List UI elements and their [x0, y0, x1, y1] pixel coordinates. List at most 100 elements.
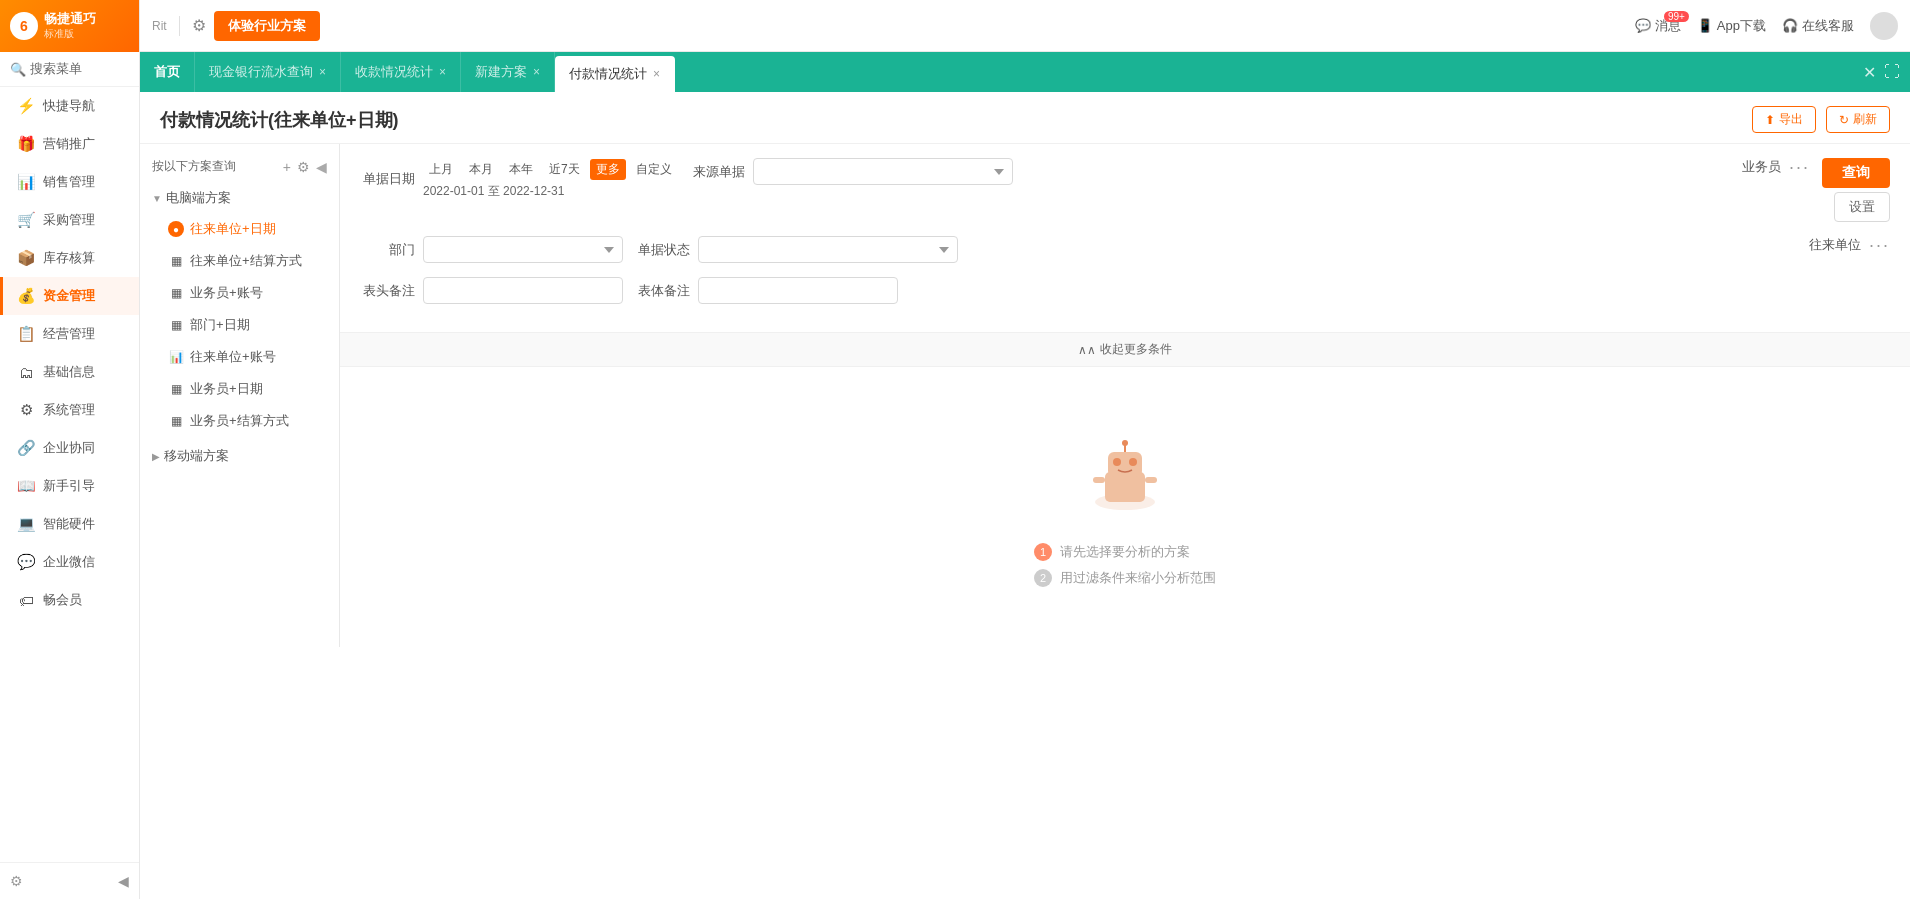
app-icon: 📱: [1697, 18, 1713, 33]
tab-fullscreen-button[interactable]: ⛶: [1884, 63, 1900, 81]
sidebar-item-sales[interactable]: 📊 销售管理: [0, 163, 139, 201]
tab-bank[interactable]: 现金银行流水查询 ×: [195, 52, 341, 92]
tip-text-2: 用过滤条件来缩小分析范围: [1060, 569, 1216, 587]
main-area: Rit ⚙ 体验行业方案 💬 消息 99+ 📱 App下载 🎧 在线客服 首页: [140, 0, 1910, 899]
tab-receipt-close[interactable]: ×: [439, 66, 446, 78]
scheme-item-1[interactable]: ▦ 往来单位+结算方式: [140, 245, 339, 277]
sidebar-item-operation[interactable]: 📋 经营管理: [0, 315, 139, 353]
scheme-item-label: 部门+日期: [190, 316, 250, 334]
scheme-item-5[interactable]: ▦ 业务员+日期: [140, 373, 339, 405]
scheme-item-4[interactable]: 📊 往来单位+账号: [140, 341, 339, 373]
guide-icon: 📖: [17, 477, 35, 495]
sidebar-item-label: 资金管理: [43, 287, 95, 305]
filter-item-head-note: 表头备注: [360, 277, 623, 304]
sidebar-item-member[interactable]: 🏷 畅会员: [0, 581, 139, 619]
scheme-item-2[interactable]: ▦ 业务员+账号: [140, 277, 339, 309]
scheme-section-header-mobile[interactable]: ▶ 移动端方案: [140, 441, 339, 471]
sidebar-item-quick-nav[interactable]: ⚡ 快捷导航: [0, 87, 139, 125]
scheme-section-header-pc[interactable]: ▼ 电脑端方案: [140, 183, 339, 213]
filter-item-source: 来源单据: [690, 158, 1714, 185]
section-expand-icon: ▼: [152, 193, 162, 204]
tab-new-plan[interactable]: 新建方案 ×: [461, 52, 555, 92]
sidebar-item-capital[interactable]: 💰 资金管理: [0, 277, 139, 315]
scheme-collapse-button[interactable]: ◀: [316, 159, 327, 175]
sidebar-nav: ⚡ 快捷导航 🎁 营销推广 📊 销售管理 🛒 采购管理 📦 库存核算 💰 资金管…: [0, 87, 139, 862]
scheme-item-icon-1: ▦: [168, 253, 184, 269]
trial-button[interactable]: 体验行业方案: [214, 11, 320, 41]
content-body: 按以下方案查询 + ⚙ ◀ ▼ 电脑端方案 ● 往来单位+日期: [140, 144, 1910, 647]
date-btn-last-month[interactable]: 上月: [423, 158, 459, 181]
date-btn-this-month[interactable]: 本月: [463, 158, 499, 181]
filter-settings-button[interactable]: 设置: [1834, 192, 1890, 222]
filter-salesperson-dots[interactable]: ···: [1789, 158, 1810, 176]
scheme-panel: 按以下方案查询 + ⚙ ◀ ▼ 电脑端方案 ● 往来单位+日期: [140, 144, 340, 647]
sidebar: 6 畅捷通巧 标准版 🔍 搜索菜单 ⚡ 快捷导航 🎁 营销推广 📊 销售管理 🛒…: [0, 0, 140, 899]
date-btn-more[interactable]: 更多: [590, 159, 626, 180]
page-header-actions: ⬆ 导出 ↻ 刷新: [1752, 106, 1890, 133]
filter-row-2: 部门 单据状态: [360, 236, 1890, 263]
sidebar-item-label: 智能硬件: [43, 515, 95, 533]
service-action[interactable]: 🎧 在线客服: [1782, 17, 1854, 35]
topbar-settings-icon[interactable]: ⚙: [192, 16, 206, 35]
svg-point-3: [1113, 458, 1121, 466]
scheme-item-label: 业务员+结算方式: [190, 412, 289, 430]
export-button[interactable]: ⬆ 导出: [1752, 106, 1816, 133]
search-menu[interactable]: 🔍 搜索菜单: [0, 52, 139, 87]
date-btn-custom[interactable]: 自定义: [630, 158, 678, 181]
tab-bank-close[interactable]: ×: [319, 66, 326, 78]
date-btn-this-year[interactable]: 本年: [503, 158, 539, 181]
refresh-button[interactable]: ↻ 刷新: [1826, 106, 1890, 133]
empty-tip-1: 1 请先选择要分析的方案: [1034, 543, 1216, 561]
sidebar-item-marketing[interactable]: 🎁 营销推广: [0, 125, 139, 163]
sidebar-item-system[interactable]: ⚙ 系统管理: [0, 391, 139, 429]
sidebar-item-hardware[interactable]: 💻 智能硬件: [0, 505, 139, 543]
topbar-divider: [179, 16, 180, 36]
filter-head-note-input[interactable]: [423, 277, 623, 304]
company-name: Rit: [152, 19, 167, 33]
filter-head-note-label: 表头备注: [360, 282, 415, 300]
filter-counterpart-dots[interactable]: ···: [1869, 236, 1890, 254]
scheme-item-label: 往来单位+结算方式: [190, 252, 302, 270]
sidebar-collapse-button[interactable]: ◀: [118, 873, 129, 889]
tab-new-plan-close[interactable]: ×: [533, 66, 540, 78]
filter-counterpart-label: 往来单位: [1806, 236, 1861, 254]
svg-rect-5: [1093, 477, 1105, 483]
scheme-settings-button[interactable]: ⚙: [297, 159, 310, 175]
empty-tip-2: 2 用过滤条件来缩小分析范围: [1034, 569, 1216, 587]
tab-home[interactable]: 首页: [140, 52, 195, 92]
sidebar-item-wechat[interactable]: 💬 企业微信: [0, 543, 139, 581]
sidebar-item-inventory[interactable]: 📦 库存核算: [0, 239, 139, 277]
scheme-item-3[interactable]: ▦ 部门+日期: [140, 309, 339, 341]
query-button[interactable]: 查询: [1822, 158, 1890, 188]
scheme-section-mobile: ▶ 移动端方案: [140, 441, 339, 471]
sidebar-item-purchase[interactable]: 🛒 采购管理: [0, 201, 139, 239]
sidebar-item-basic[interactable]: 🗂 基础信息: [0, 353, 139, 391]
filter-dept-label: 部门: [360, 241, 415, 259]
tab-bar: 首页 现金银行流水查询 × 收款情况统计 × 新建方案 × 付款情况统计 × ✕…: [140, 52, 1910, 92]
sidebar-item-enterprise[interactable]: 🔗 企业协同: [0, 429, 139, 467]
sidebar-settings-button[interactable]: ⚙: [10, 873, 23, 889]
scheme-item-icon-0: ●: [168, 221, 184, 237]
sidebar-item-label: 库存核算: [43, 249, 95, 267]
date-btn-7days[interactable]: 近7天: [543, 158, 586, 181]
filter-department-select[interactable]: [423, 236, 623, 263]
service-icon: 🎧: [1782, 18, 1798, 33]
tab-payment[interactable]: 付款情况统计 ×: [555, 56, 675, 92]
collapse-more-bar[interactable]: ∧∧ 收起更多条件: [340, 332, 1910, 366]
tab-payment-close[interactable]: ×: [653, 68, 660, 80]
user-avatar[interactable]: [1870, 12, 1898, 40]
filter-body-note-input[interactable]: [698, 277, 898, 304]
message-action[interactable]: 💬 消息 99+: [1635, 17, 1681, 35]
filter-source-select[interactable]: [753, 158, 1013, 185]
scheme-item-0[interactable]: ● 往来单位+日期: [140, 213, 339, 245]
sidebar-item-guide[interactable]: 📖 新手引导: [0, 467, 139, 505]
scheme-add-button[interactable]: +: [283, 159, 291, 175]
topbar-right: 💬 消息 99+ 📱 App下载 🎧 在线客服: [1635, 12, 1898, 40]
scheme-item-6[interactable]: ▦ 业务员+结算方式: [140, 405, 339, 437]
tab-close-all-button[interactable]: ✕: [1863, 63, 1876, 82]
sidebar-item-label: 企业微信: [43, 553, 95, 571]
scheme-section-label: 移动端方案: [164, 447, 229, 465]
app-download-action[interactable]: 📱 App下载: [1697, 17, 1766, 35]
tab-receipt[interactable]: 收款情况统计 ×: [341, 52, 461, 92]
filter-doc-status-select[interactable]: [698, 236, 958, 263]
